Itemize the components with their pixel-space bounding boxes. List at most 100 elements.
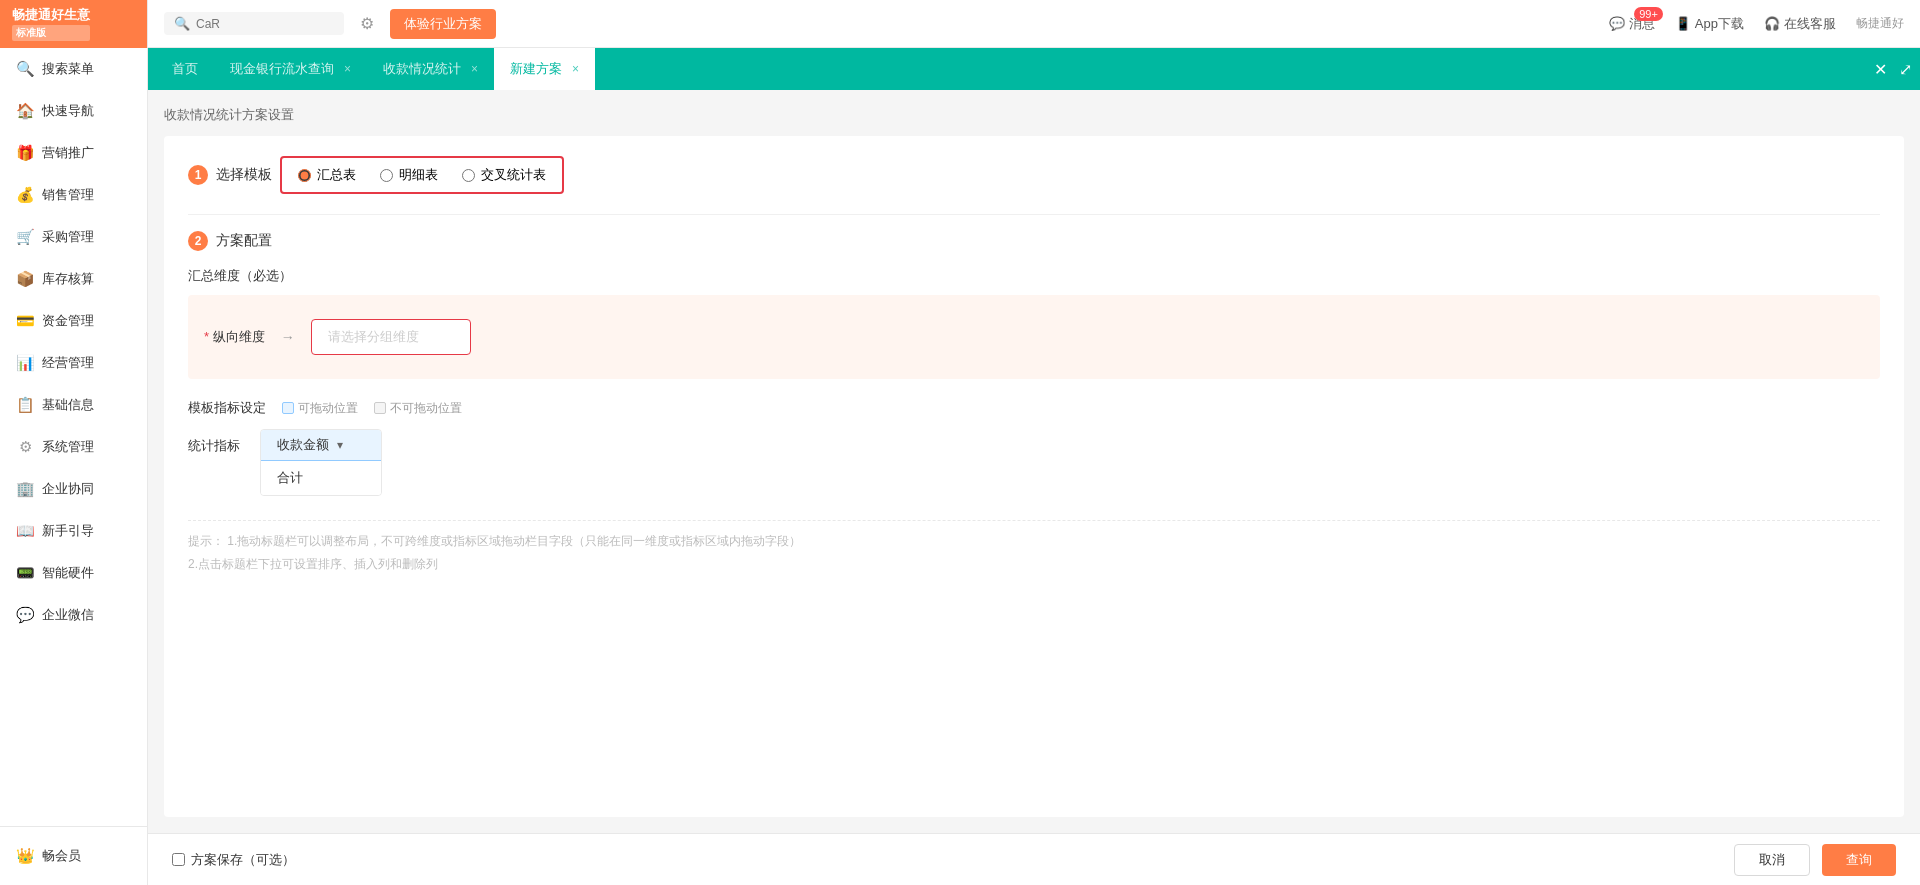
dimension-row: * 纵向维度 → 请选择分组维度 bbox=[204, 319, 1864, 355]
step2-num: 2 bbox=[188, 231, 208, 251]
sidebar-item-sales[interactable]: 💰 销售管理 bbox=[0, 174, 147, 216]
tabbar-actions: ✕ ⤢ bbox=[1874, 60, 1912, 79]
operations-icon: 📊 bbox=[16, 354, 34, 372]
sidebar-item-system[interactable]: ⚙ 系统管理 bbox=[0, 426, 147, 468]
footer-bar: 方案保存（可选） 取消 查询 bbox=[148, 833, 1920, 885]
step2-header: 2 方案配置 bbox=[188, 231, 1880, 251]
sidebar-item-label: 智能硬件 bbox=[42, 564, 94, 582]
sidebar-item-member[interactable]: 👑 畅会员 bbox=[0, 835, 147, 877]
marketing-icon: 🎁 bbox=[16, 144, 34, 162]
legend-fixed-label: 不可拖动位置 bbox=[390, 400, 462, 417]
metrics-table: 收款金额 ▾ 合计 bbox=[260, 429, 382, 496]
service-label: 在线客服 bbox=[1784, 15, 1836, 33]
search-box[interactable]: 🔍 bbox=[164, 12, 344, 35]
message-badge: 99+ bbox=[1634, 7, 1663, 21]
settings-icon[interactable]: ⚙ bbox=[360, 14, 374, 33]
sidebar-item-guide[interactable]: 📖 新手引导 bbox=[0, 510, 147, 552]
legend-dot-gray bbox=[374, 402, 386, 414]
radio-detail-input[interactable] bbox=[380, 169, 393, 182]
topbar-right: 💬 消息 99+ 📱 App下载 🎧 在线客服 畅捷通好 bbox=[1609, 15, 1904, 33]
radio-cross-input[interactable] bbox=[462, 169, 475, 182]
tab-bank-flow-close[interactable]: × bbox=[344, 62, 351, 76]
sidebar-item-marketing[interactable]: 🎁 营销推广 bbox=[0, 132, 147, 174]
service-button[interactable]: 🎧 在线客服 bbox=[1764, 15, 1836, 33]
sidebar-item-operations[interactable]: 📊 经营管理 bbox=[0, 342, 147, 384]
sidebar-item-search-menu[interactable]: 🔍 搜索菜单 bbox=[0, 48, 147, 90]
radio-detail[interactable]: 明细表 bbox=[380, 166, 438, 184]
radio-detail-label: 明细表 bbox=[399, 166, 438, 184]
radio-cross[interactable]: 交叉统计表 bbox=[462, 166, 546, 184]
tips-section: 提示： 1.拖动标题栏可以调整布局，不可跨维度或指标区域拖动栏目字段（只能在同一… bbox=[188, 520, 1880, 573]
tab-bank-flow-label: 现金银行流水查询 bbox=[230, 60, 334, 78]
search-icon: 🔍 bbox=[174, 16, 190, 31]
search-input[interactable] bbox=[196, 17, 334, 31]
industry-solution-button[interactable]: 体验行业方案 bbox=[390, 9, 496, 39]
sidebar-item-label: 采购管理 bbox=[42, 228, 94, 246]
sidebar-item-label: 经营管理 bbox=[42, 354, 94, 372]
purchase-icon: 🛒 bbox=[16, 228, 34, 246]
legend-dot-blue bbox=[282, 402, 294, 414]
inventory-icon: 📦 bbox=[16, 270, 34, 288]
sidebar-item-basic-info[interactable]: 📋 基础信息 bbox=[0, 384, 147, 426]
tab-close-all-icon[interactable]: ✕ bbox=[1874, 60, 1887, 79]
stats-label: 统计指标 bbox=[188, 429, 240, 455]
sales-icon: 💰 bbox=[16, 186, 34, 204]
basic-info-icon: 📋 bbox=[16, 396, 34, 414]
message-button[interactable]: 💬 消息 99+ bbox=[1609, 15, 1655, 33]
sidebar-item-purchase[interactable]: 🛒 采购管理 bbox=[0, 216, 147, 258]
metrics-table-header[interactable]: 收款金额 ▾ bbox=[261, 430, 381, 461]
tab-collection-stats[interactable]: 收款情况统计 × bbox=[367, 48, 494, 90]
sidebar-item-wechat[interactable]: 💬 企业微信 bbox=[0, 594, 147, 636]
dimension-config: 汇总维度（必选） * 纵向维度 → 请选择分组维度 bbox=[188, 267, 1880, 379]
download-button[interactable]: 📱 App下载 bbox=[1675, 15, 1744, 33]
legend-draggable: 可拖动位置 bbox=[282, 400, 358, 417]
tab-collection-stats-close[interactable]: × bbox=[471, 62, 478, 76]
enterprise-icon: 🏢 bbox=[16, 480, 34, 498]
radio-summary-input[interactable] bbox=[298, 169, 311, 182]
step2-title: 方案配置 bbox=[216, 232, 272, 250]
save-checkbox-input[interactable] bbox=[172, 853, 185, 866]
sidebar-logo: 畅捷通好生意 标准版 bbox=[0, 0, 147, 48]
sidebar-item-finance[interactable]: 💳 资金管理 bbox=[0, 300, 147, 342]
metrics-layout: 统计指标 收款金额 ▾ 合计 bbox=[188, 429, 1880, 496]
sidebar-item-label: 搜索菜单 bbox=[42, 60, 94, 78]
tab-home[interactable]: 首页 bbox=[156, 48, 214, 90]
sidebar-item-label: 基础信息 bbox=[42, 396, 94, 414]
dropdown-icon[interactable]: ▾ bbox=[337, 438, 343, 452]
dimension-input-box[interactable]: 请选择分组维度 bbox=[311, 319, 471, 355]
save-checkbox[interactable]: 方案保存（可选） bbox=[172, 851, 295, 869]
wechat-icon: 💬 bbox=[16, 606, 34, 624]
main-card: 1 选择模板 汇总表 明细表 交叉统计表 bbox=[164, 136, 1904, 817]
metrics-title: 模板指标设定 bbox=[188, 399, 266, 417]
content-area: 收款情况统计方案设置 1 选择模板 汇总表 明细表 bbox=[148, 90, 1920, 833]
sidebar-item-label: 营销推广 bbox=[42, 144, 94, 162]
step1-header: 1 选择模板 汇总表 明细表 交叉统计表 bbox=[188, 156, 1880, 194]
column-header-label: 收款金额 bbox=[277, 436, 329, 454]
confirm-button[interactable]: 查询 bbox=[1822, 844, 1896, 876]
sidebar-item-enterprise[interactable]: 🏢 企业协同 bbox=[0, 468, 147, 510]
legend-draggable-label: 可拖动位置 bbox=[298, 400, 358, 417]
tab-collection-stats-label: 收款情况统计 bbox=[383, 60, 461, 78]
sidebar-item-label: 销售管理 bbox=[42, 186, 94, 204]
sidebar-item-label: 企业协同 bbox=[42, 480, 94, 498]
tab-maximize-icon[interactable]: ⤢ bbox=[1899, 60, 1912, 79]
tab-new-plan[interactable]: 新建方案 × bbox=[494, 48, 595, 90]
sidebar-item-smart-hw[interactable]: 📟 智能硬件 bbox=[0, 552, 147, 594]
sidebar-item-label: 新手引导 bbox=[42, 522, 94, 540]
metrics-table-subtotal: 合计 bbox=[261, 461, 381, 495]
tab-bank-flow[interactable]: 现金银行流水查询 × bbox=[214, 48, 367, 90]
sidebar-item-label: 畅会员 bbox=[42, 847, 81, 865]
topbar: 🔍 ⚙ 体验行业方案 💬 消息 99+ 📱 App下载 🎧 在线客服 畅捷通好 bbox=[148, 0, 1920, 48]
sidebar-item-quick-nav[interactable]: 🏠 快速导航 bbox=[0, 90, 147, 132]
logo-text: 畅捷通好生意 bbox=[12, 7, 90, 23]
download-label: App下载 bbox=[1695, 15, 1744, 33]
cancel-button[interactable]: 取消 bbox=[1734, 844, 1810, 876]
sidebar-item-inventory[interactable]: 📦 库存核算 bbox=[0, 258, 147, 300]
search-menu-icon: 🔍 bbox=[16, 60, 34, 78]
divider1 bbox=[188, 214, 1880, 215]
username: 畅捷通好 bbox=[1856, 15, 1904, 32]
radio-summary[interactable]: 汇总表 bbox=[298, 166, 356, 184]
sidebar-item-label: 快速导航 bbox=[42, 102, 94, 120]
tab-new-plan-close[interactable]: × bbox=[572, 62, 579, 76]
step1-section: 1 选择模板 汇总表 明细表 交叉统计表 bbox=[188, 156, 1880, 194]
